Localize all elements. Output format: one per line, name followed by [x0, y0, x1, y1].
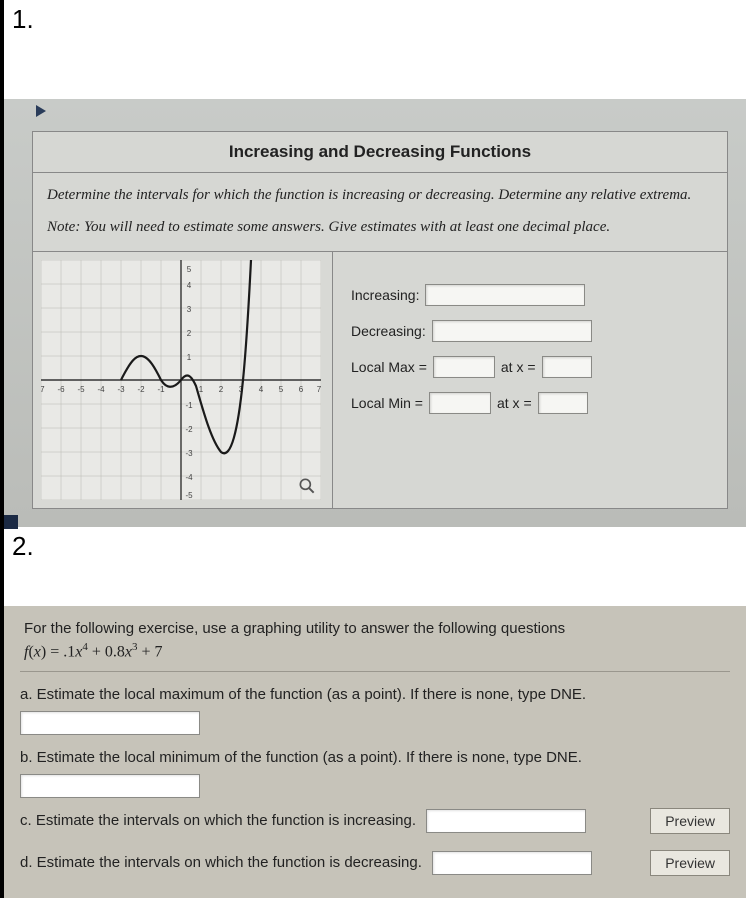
- q2-part-c: c. Estimate the intervals on which the f…: [20, 812, 416, 829]
- q2-part-a: a. Estimate the local maximum of the fun…: [20, 686, 730, 703]
- local-min-x-input[interactable]: [538, 392, 588, 414]
- svg-text:6: 6: [299, 385, 304, 394]
- svg-text:-2: -2: [185, 425, 193, 434]
- left-tab-icon: [4, 515, 18, 529]
- preview-button-d[interactable]: Preview: [650, 850, 730, 876]
- increasing-label: Increasing:: [351, 287, 419, 303]
- svg-text:5: 5: [279, 385, 284, 394]
- local-min-atx-label: at x =: [497, 395, 532, 411]
- local-max-input[interactable]: [433, 356, 495, 378]
- q2-d-input[interactable]: [432, 851, 592, 875]
- function-graph: -7-6-5-4-3-2-1 1234567 54321 -1-2-3-4-5: [41, 260, 321, 500]
- spacer: [0, 39, 746, 99]
- svg-text:4: 4: [187, 281, 192, 290]
- svg-text:-3: -3: [185, 449, 193, 458]
- answers-panel: Increasing: Decreasing: Local Max = at x…: [333, 252, 727, 508]
- q2-prompt-text: For the following exercise, use a graphi…: [24, 620, 726, 637]
- preview-button-c[interactable]: Preview: [650, 808, 730, 834]
- svg-text:-7: -7: [41, 385, 45, 394]
- q2-part-d: d. Estimate the intervals on which the f…: [20, 854, 422, 871]
- svg-text:3: 3: [187, 305, 192, 314]
- q2-a-input[interactable]: [20, 711, 200, 735]
- instructions-line-1: Determine the intervals for which the fu…: [47, 185, 713, 207]
- question-2-number: 2.: [0, 527, 746, 566]
- svg-text:1: 1: [199, 385, 204, 394]
- svg-text:7: 7: [317, 385, 321, 394]
- problem-box: Increasing and Decreasing Functions Dete…: [32, 131, 728, 509]
- svg-text:1: 1: [187, 353, 192, 362]
- local-max-atx-label: at x =: [501, 359, 536, 375]
- svg-text:-6: -6: [57, 385, 65, 394]
- increasing-input[interactable]: [425, 284, 585, 306]
- local-max-label: Local Max =: [351, 359, 427, 375]
- question-1-number: 1.: [0, 0, 746, 39]
- question-2-panel: For the following exercise, use a graphi…: [0, 606, 746, 898]
- play-icon[interactable]: [36, 105, 46, 117]
- svg-text:-3: -3: [117, 385, 125, 394]
- q2-prompt: For the following exercise, use a graphi…: [20, 620, 730, 672]
- svg-text:-1: -1: [185, 401, 193, 410]
- svg-text:-4: -4: [97, 385, 105, 394]
- spacer-2: [0, 566, 746, 606]
- graph-svg: -7-6-5-4-3-2-1 1234567 54321 -1-2-3-4-5: [41, 260, 321, 500]
- svg-text:-1: -1: [157, 385, 165, 394]
- svg-text:-4: -4: [185, 473, 193, 482]
- svg-text:-5: -5: [185, 491, 193, 500]
- svg-text:5: 5: [187, 265, 192, 274]
- magnify-icon[interactable]: [297, 476, 317, 496]
- local-min-label: Local Min =: [351, 395, 423, 411]
- local-min-input[interactable]: [429, 392, 491, 414]
- q2-b-input[interactable]: [20, 774, 200, 798]
- decreasing-input[interactable]: [432, 320, 592, 342]
- graph-container: -7-6-5-4-3-2-1 1234567 54321 -1-2-3-4-5: [33, 252, 333, 508]
- q2-c-input[interactable]: [426, 809, 586, 833]
- svg-text:-5: -5: [77, 385, 85, 394]
- q2-part-b: b. Estimate the local minimum of the fun…: [20, 749, 730, 766]
- svg-text:2: 2: [219, 385, 224, 394]
- svg-text:2: 2: [187, 329, 192, 338]
- question-1-panel: Increasing and Decreasing Functions Dete…: [0, 99, 746, 527]
- svg-text:4: 4: [259, 385, 264, 394]
- q2-formula: f(x) = .1x4 + 0.8x3 + 7: [24, 641, 726, 661]
- instructions-line-2: Note: You will need to estimate some ans…: [47, 217, 713, 239]
- decreasing-label: Decreasing:: [351, 323, 426, 339]
- local-max-x-input[interactable]: [542, 356, 592, 378]
- problem-title: Increasing and Decreasing Functions: [33, 132, 727, 173]
- problem-instructions: Determine the intervals for which the fu…: [33, 173, 727, 252]
- svg-text:-2: -2: [137, 385, 145, 394]
